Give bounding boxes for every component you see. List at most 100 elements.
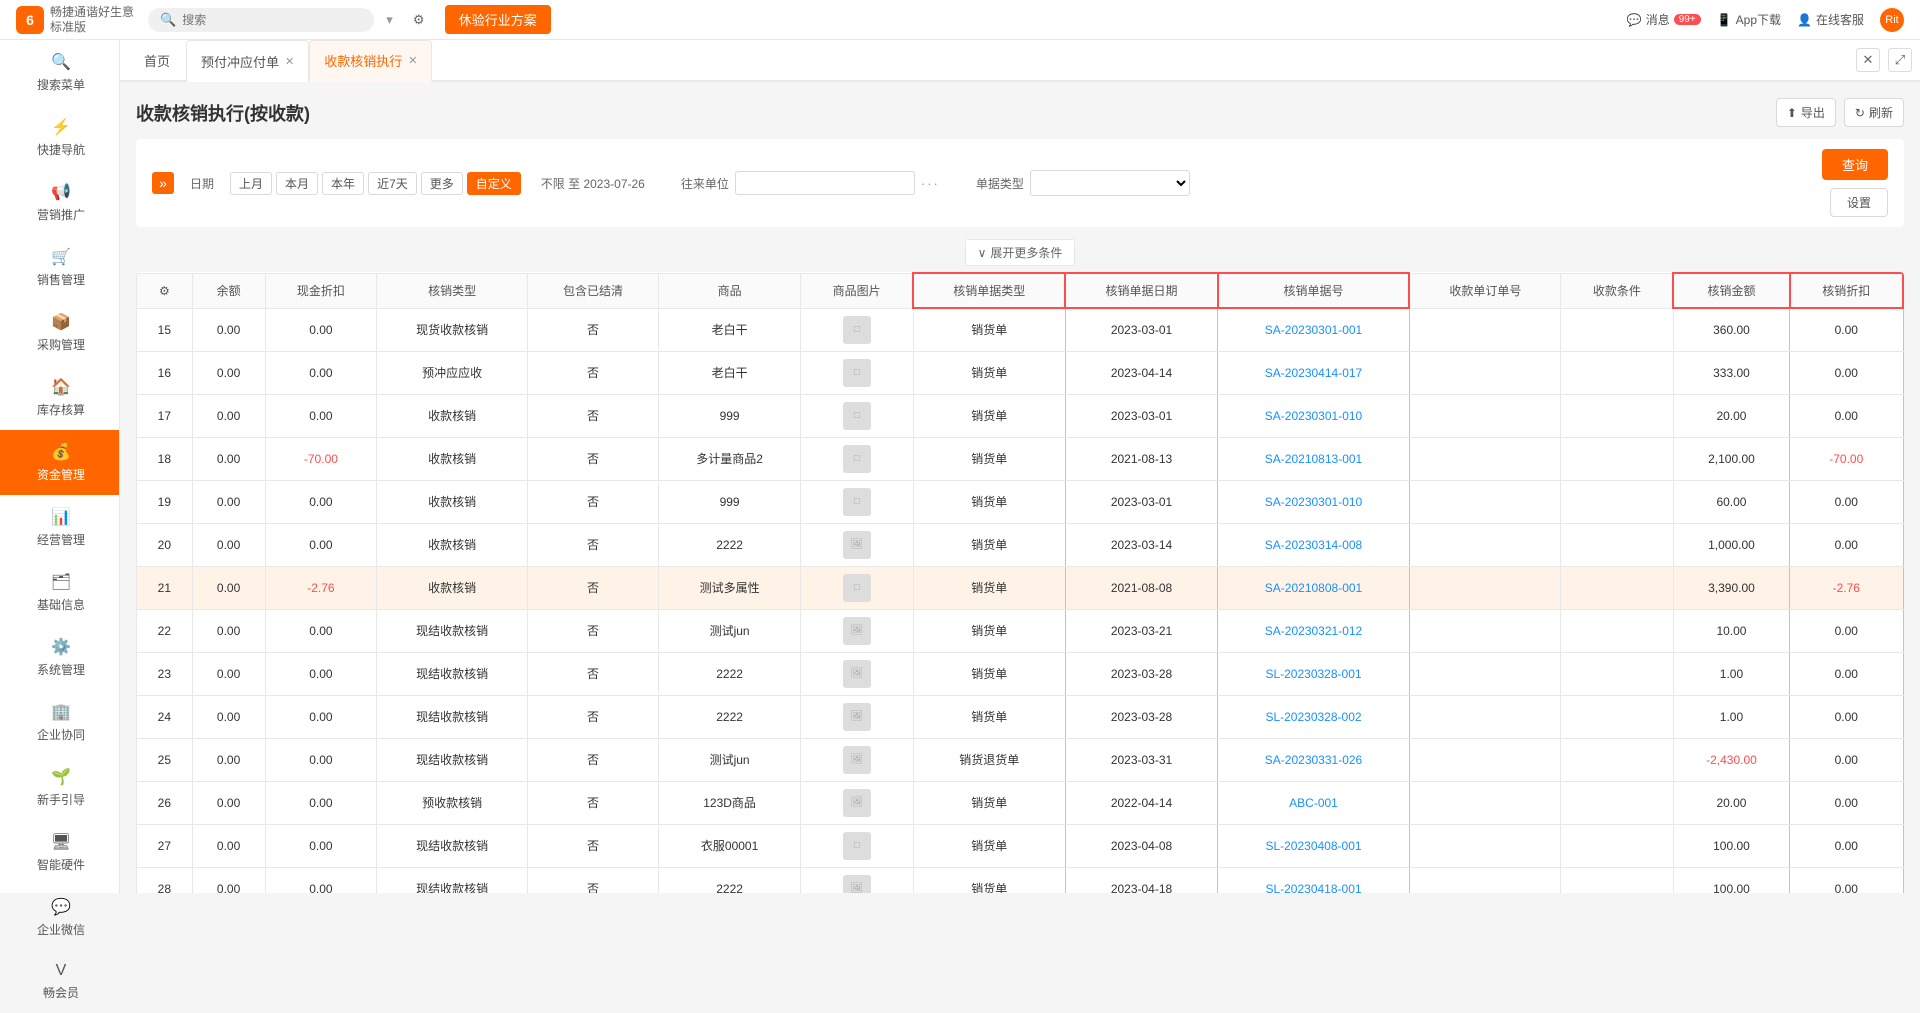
industry-button[interactable]: 休验行业方案: [445, 5, 551, 34]
th-receipt-order-no[interactable]: 收款单订单号: [1409, 273, 1560, 308]
verify-no-link[interactable]: SA-20210813-001: [1265, 452, 1362, 466]
verify-no-cell[interactable]: SA-20230301-010: [1218, 480, 1410, 523]
avatar[interactable]: Rit: [1880, 8, 1904, 32]
th-verify-no[interactable]: 核销单据号: [1218, 273, 1410, 308]
verify-no-cell[interactable]: SA-20230301-001: [1218, 308, 1410, 351]
verify-no-cell[interactable]: SA-20210808-001: [1218, 566, 1410, 609]
tab-prepayment[interactable]: 预付冲应付单 ✕: [186, 40, 309, 82]
verify-no-cell[interactable]: SA-20230331-026: [1218, 738, 1410, 781]
th-goods-img[interactable]: 商品图片: [801, 273, 914, 308]
expand-conditions-button[interactable]: ∨ 展开更多条件: [965, 239, 1076, 266]
sidebar-item-hardware[interactable]: 🖥 智能硬件: [0, 820, 119, 885]
verify-no-cell[interactable]: ABC-001: [1218, 781, 1410, 824]
online-service-item[interactable]: 👤 在线客服: [1797, 11, 1864, 28]
app-download-item[interactable]: 📱 App下载: [1717, 11, 1781, 28]
date-btn-more[interactable]: 更多: [421, 172, 463, 195]
th-verify-voucher-type[interactable]: 核销单据类型: [913, 273, 1065, 308]
sidebar-item-sales[interactable]: 🛒 销售管理: [0, 235, 119, 300]
logo-text: 畅捷通谐好生意 标准版: [50, 5, 134, 34]
sidebar-item-wechat[interactable]: 💬 企业微信: [0, 885, 119, 950]
verify-no-cell[interactable]: SA-20230301-010: [1218, 394, 1410, 437]
verify-no-link[interactable]: SA-20230331-026: [1265, 753, 1362, 767]
search-input[interactable]: [182, 13, 362, 27]
verify-voucher-type-cell: 销货单: [913, 437, 1065, 480]
verify-date-cell: 2023-04-18: [1065, 867, 1217, 893]
sidebar: 🔍 搜索菜单 ⚡ 快捷导航 📢 营销推广 🛒 销售管理 📦 采购管理 🏠 库存核…: [0, 40, 120, 893]
verify-no-link[interactable]: SL-20230328-001: [1265, 667, 1361, 681]
date-btn-lastmonth[interactable]: 上月: [230, 172, 272, 195]
verify-no-cell[interactable]: SL-20230408-001: [1218, 824, 1410, 867]
verify-no-link[interactable]: SA-20230301-001: [1265, 323, 1362, 337]
th-cash-discount[interactable]: 现金折扣: [265, 273, 377, 308]
sidebar-item-finance[interactable]: 💰 资金管理: [0, 430, 119, 495]
tab-home[interactable]: 首页: [128, 40, 186, 82]
date-btn-thismonth[interactable]: 本月: [276, 172, 318, 195]
counterparty-input[interactable]: [735, 171, 915, 195]
sidebar-item-basic[interactable]: 🗂 基础信息: [0, 560, 119, 625]
tab-close-receipt[interactable]: ✕: [408, 54, 417, 67]
th-include-settled[interactable]: 包含已结清: [527, 273, 658, 308]
sidebar-item-newbie[interactable]: 🌱 新手引导: [0, 755, 119, 820]
verify-no-cell[interactable]: SA-20230314-008: [1218, 523, 1410, 566]
verify-no-cell[interactable]: SA-20230321-012: [1218, 609, 1410, 652]
verify-no-link[interactable]: SA-20230301-010: [1265, 495, 1362, 509]
table-row: 170.000.00收款核销否999□销货单2023-03-01SA-20230…: [137, 394, 1904, 437]
verify-no-link[interactable]: SA-20230301-010: [1265, 409, 1362, 423]
search-wrap[interactable]: 🔍: [148, 8, 374, 32]
tab-receipt[interactable]: 收款核销执行 ✕: [309, 40, 432, 82]
verify-no-link[interactable]: SL-20230418-001: [1265, 882, 1361, 894]
date-btn-last7days[interactable]: 近7天: [368, 172, 417, 195]
sidebar-item-purchase[interactable]: 📦 采购管理: [0, 300, 119, 365]
receipt-order-no-cell: [1409, 652, 1560, 695]
settings-button[interactable]: 设置: [1830, 188, 1888, 217]
verify-amount-cell: -2,430.00: [1673, 738, 1789, 781]
sidebar-item-inventory[interactable]: 🏠 库存核算: [0, 365, 119, 430]
th-settings[interactable]: ⚙: [137, 273, 193, 308]
verify-no-cell[interactable]: SA-20210813-001: [1218, 437, 1410, 480]
th-verify-date[interactable]: 核销单据日期: [1065, 273, 1217, 308]
chevron-down-icon[interactable]: ▾: [386, 12, 393, 28]
query-button[interactable]: 查询: [1822, 149, 1888, 180]
sidebar-item-system[interactable]: ⚙️ 系统管理: [0, 625, 119, 690]
th-receipt-condition[interactable]: 收款条件: [1561, 273, 1674, 308]
export-button[interactable]: ⬆ 导出: [1776, 98, 1836, 127]
sidebar-item-quick[interactable]: ⚡ 快捷导航: [0, 105, 119, 170]
date-btn-thisyear[interactable]: 本年: [322, 172, 364, 195]
gear-icon[interactable]: ⚙: [405, 6, 433, 34]
verify-no-cell[interactable]: SL-20230328-001: [1218, 652, 1410, 695]
verify-no-cell[interactable]: SL-20230418-001: [1218, 867, 1410, 893]
th-verify-amount[interactable]: 核销金额: [1673, 273, 1789, 308]
verify-no-link[interactable]: SA-20230414-017: [1265, 366, 1362, 380]
logo-icon: 6: [16, 6, 44, 34]
sidebar-item-operation[interactable]: 📊 经营管理: [0, 495, 119, 560]
voucher-type-select[interactable]: [1030, 170, 1190, 196]
close-tab-btn[interactable]: ✕: [1856, 48, 1880, 72]
sidebar-item-search[interactable]: 🔍 搜索菜单: [0, 40, 119, 105]
verify-no-link[interactable]: SA-20210808-001: [1265, 581, 1362, 595]
th-verify-type[interactable]: 核销类型: [377, 273, 528, 308]
refresh-button[interactable]: ↻ 刷新: [1844, 98, 1904, 127]
verify-no-link[interactable]: SL-20230328-002: [1265, 710, 1361, 724]
verify-no-link[interactable]: SA-20230321-012: [1265, 624, 1362, 638]
message-item[interactable]: 💬 消息 99+: [1627, 11, 1701, 28]
th-goods[interactable]: 商品: [659, 273, 801, 308]
verify-no-cell[interactable]: SA-20230414-017: [1218, 351, 1410, 394]
verify-no-link[interactable]: SA-20230314-008: [1265, 538, 1362, 552]
expand-arrow[interactable]: »: [152, 172, 174, 194]
expand-tab-btn[interactable]: ⤢: [1888, 48, 1912, 72]
sidebar-item-vip[interactable]: V 畅会员: [0, 950, 119, 1013]
verify-no-cell[interactable]: SL-20230328-002: [1218, 695, 1410, 738]
goods-cell: 多计量商品2: [659, 437, 801, 480]
top-bar: 6 畅捷通谐好生意 标准版 🔍 ▾ ⚙ 休验行业方案 💬 消息 99+ 📱 Ap…: [0, 0, 1920, 40]
verify-no-link[interactable]: ABC-001: [1289, 796, 1338, 810]
th-verify-discount[interactable]: 核销折扣: [1790, 273, 1903, 308]
verify-no-link[interactable]: SL-20230408-001: [1265, 839, 1361, 853]
goods-img-cell: □: [801, 437, 914, 480]
th-balance[interactable]: 余额: [192, 273, 265, 308]
tab-close-prepayment[interactable]: ✕: [285, 55, 294, 68]
include-settled-cell: 否: [527, 738, 658, 781]
sidebar-item-marketing[interactable]: 📢 营销推广: [0, 170, 119, 235]
sidebar-item-corp[interactable]: 🏢 企业协同: [0, 690, 119, 755]
date-btn-custom[interactable]: 自定义: [467, 172, 521, 195]
verify-date-cell: 2023-03-28: [1065, 695, 1217, 738]
